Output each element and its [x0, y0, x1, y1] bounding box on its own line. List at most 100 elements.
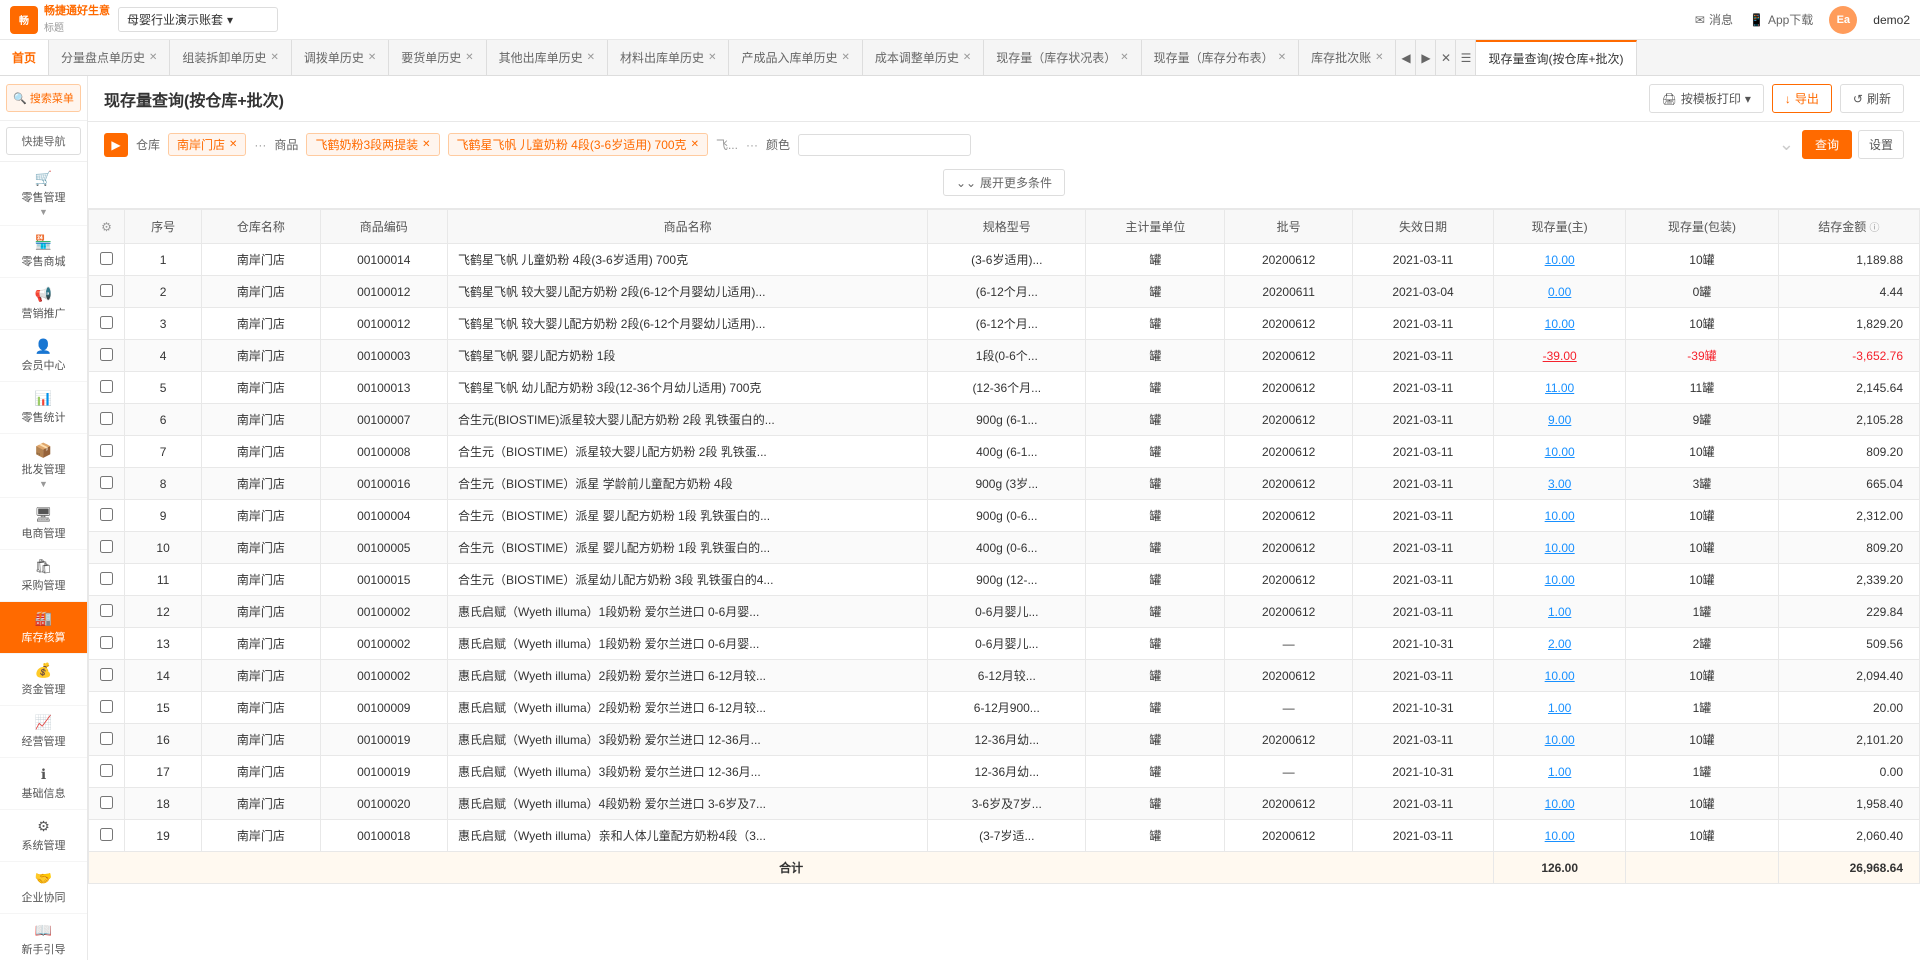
- search-menu-btn[interactable]: 🔍 搜索菜单: [6, 84, 81, 112]
- message-btn[interactable]: ✉ 消息: [1695, 11, 1733, 28]
- cell-stock-main[interactable]: 10.00: [1494, 564, 1626, 596]
- cell-stock-main[interactable]: 10.00: [1494, 788, 1626, 820]
- product-tag-2-close[interactable]: ✕: [691, 139, 699, 150]
- tab-close-btn[interactable]: ✕: [1436, 40, 1456, 76]
- cell-stock-main[interactable]: 10.00: [1494, 724, 1626, 756]
- cell-stock-main[interactable]: 9.00: [1494, 404, 1626, 436]
- cell-stock-main[interactable]: 10.00: [1494, 820, 1626, 852]
- cell-stock-main[interactable]: 10.00: [1494, 436, 1626, 468]
- tab-cost-adjust[interactable]: 成本调整单历史 ✕: [863, 40, 984, 76]
- sidebar-item-inventory[interactable]: 🏭 库存核算: [0, 602, 87, 654]
- sidebar-item-operations[interactable]: 📈 经营管理: [0, 706, 87, 758]
- settings-btn[interactable]: 设置: [1858, 130, 1904, 159]
- cell-stock-main[interactable]: 1.00: [1494, 756, 1626, 788]
- warehouse-tag-close[interactable]: ✕: [229, 139, 237, 150]
- tab-pickup-order[interactable]: 要货单历史 ✕: [389, 40, 486, 76]
- color-input[interactable]: [798, 134, 971, 156]
- app-download-btn[interactable]: 📱 App下载: [1749, 11, 1813, 28]
- tab-other-outbound[interactable]: 其他出库单历史 ✕: [487, 40, 608, 76]
- cell-checkbox[interactable]: [89, 500, 125, 532]
- tab-prev-btn[interactable]: ◀: [1396, 40, 1416, 76]
- industry-select[interactable]: 母婴行业演示账套 ▾: [118, 7, 278, 32]
- product-more-dots[interactable]: ···: [746, 138, 758, 152]
- product-tag-1[interactable]: 飞鹤奶粉3段两提装 ✕: [306, 133, 439, 156]
- sidebar-item-basic[interactable]: ℹ 基础信息: [0, 758, 87, 810]
- tab-home[interactable]: 首页: [0, 40, 49, 76]
- cell-checkbox[interactable]: [89, 532, 125, 564]
- cell-checkbox[interactable]: [89, 820, 125, 852]
- sidebar-item-member[interactable]: 👤 会员中心: [0, 330, 87, 382]
- settings-icon[interactable]: ⚙: [101, 220, 112, 234]
- cell-stock-main[interactable]: 10.00: [1494, 244, 1626, 276]
- filter-toggle-btn[interactable]: ▶: [104, 133, 128, 157]
- warehouse-more[interactable]: ···: [254, 138, 266, 152]
- cell-checkbox[interactable]: [89, 276, 125, 308]
- query-btn[interactable]: 查询: [1802, 130, 1852, 159]
- cell-checkbox[interactable]: [89, 564, 125, 596]
- filter-expand-icon[interactable]: ⌄: [1779, 134, 1794, 155]
- expand-conditions-btn[interactable]: ⌄⌄ 展开更多条件: [943, 169, 1065, 196]
- cell-stock-main[interactable]: 10.00: [1494, 532, 1626, 564]
- avatar[interactable]: Ea: [1829, 6, 1857, 34]
- sidebar-item-ecommerce[interactable]: 🖥 电商管理: [0, 498, 87, 550]
- sidebar-item-retail[interactable]: 🛒 零售管理 ▼: [0, 162, 87, 226]
- cell-stock-main[interactable]: 3.00: [1494, 468, 1626, 500]
- sidebar-item-stats[interactable]: 📊 零售统计: [0, 382, 87, 434]
- close-icon[interactable]: ✕: [1120, 52, 1128, 63]
- cell-checkbox[interactable]: [89, 244, 125, 276]
- tab-material-out[interactable]: 材料出库单历史 ✕: [608, 40, 729, 76]
- sidebar-item-purchase[interactable]: 🛍 采购管理: [0, 550, 87, 602]
- cell-stock-main[interactable]: 2.00: [1494, 628, 1626, 660]
- sidebar-item-shop[interactable]: 🏪 零售商城: [0, 226, 87, 278]
- close-icon[interactable]: ✕: [1375, 52, 1383, 63]
- close-icon[interactable]: ✕: [270, 52, 278, 63]
- export-btn[interactable]: ↓ 导出: [1772, 84, 1832, 113]
- cell-stock-main[interactable]: 10.00: [1494, 308, 1626, 340]
- balance-info-icon[interactable]: ⓘ: [1870, 223, 1880, 234]
- product-tag-1-close[interactable]: ✕: [422, 139, 430, 150]
- cell-checkbox[interactable]: [89, 596, 125, 628]
- close-icon[interactable]: ✕: [1278, 52, 1286, 63]
- sidebar-item-guide[interactable]: 📖 新手引导: [0, 914, 87, 960]
- tab-stock-dist[interactable]: 现存量（库存分布表） ✕: [1142, 40, 1299, 76]
- sidebar-item-marketing[interactable]: 📢 营销推广: [0, 278, 87, 330]
- tab-stock-status[interactable]: 现存量（库存状况表） ✕: [984, 40, 1141, 76]
- cell-checkbox[interactable]: [89, 436, 125, 468]
- print-btn[interactable]: 🖨 按模板打印 ▾: [1649, 84, 1764, 113]
- tab-menu-btn[interactable]: ☰: [1456, 40, 1476, 76]
- cell-checkbox[interactable]: [89, 340, 125, 372]
- cell-stock-main[interactable]: 10.00: [1494, 660, 1626, 692]
- sidebar-item-enterprise[interactable]: 🤝 企业协同: [0, 862, 87, 914]
- close-icon[interactable]: ✕: [368, 52, 376, 63]
- tab-next-btn[interactable]: ▶: [1416, 40, 1436, 76]
- tab-combo-disassemble[interactable]: 组装拆卸单历史 ✕: [170, 40, 291, 76]
- cell-stock-main[interactable]: 11.00: [1494, 372, 1626, 404]
- cell-checkbox[interactable]: [89, 692, 125, 724]
- refresh-btn[interactable]: ↺ 刷新: [1840, 84, 1904, 113]
- product-tag-2[interactable]: 飞鹤星飞帆 儿童奶粉 4段(3-6岁适用) 700克 ✕: [448, 133, 708, 156]
- cell-checkbox[interactable]: [89, 308, 125, 340]
- tab-split-inventory[interactable]: 分量盘点单历史 ✕: [49, 40, 170, 76]
- sidebar-item-system[interactable]: ⚙ 系统管理: [0, 810, 87, 862]
- quick-nav-btn[interactable]: 快捷导航: [6, 127, 81, 155]
- cell-checkbox[interactable]: [89, 724, 125, 756]
- cell-checkbox[interactable]: [89, 404, 125, 436]
- close-icon[interactable]: ✕: [963, 52, 971, 63]
- col-settings[interactable]: ⚙: [89, 210, 125, 244]
- close-icon[interactable]: ✕: [587, 52, 595, 63]
- cell-stock-main[interactable]: 0.00: [1494, 276, 1626, 308]
- sidebar-item-finance[interactable]: 💰 资金管理: [0, 654, 87, 706]
- product-more[interactable]: 飞...: [716, 136, 738, 153]
- cell-checkbox[interactable]: [89, 468, 125, 500]
- cell-stock-main[interactable]: 10.00: [1494, 500, 1626, 532]
- close-icon[interactable]: ✕: [708, 52, 716, 63]
- cell-stock-main[interactable]: -39.00: [1494, 340, 1626, 372]
- sidebar-item-wholesale[interactable]: 📦 批发管理 ▼: [0, 434, 87, 498]
- cell-checkbox[interactable]: [89, 628, 125, 660]
- tab-product-in[interactable]: 产成品入库单历史 ✕: [729, 40, 862, 76]
- close-icon[interactable]: ✕: [841, 52, 849, 63]
- cell-checkbox[interactable]: [89, 660, 125, 692]
- close-icon[interactable]: ✕: [149, 52, 157, 63]
- tab-current-active[interactable]: 现存量查询(按仓库+批次): [1476, 40, 1636, 76]
- tab-batch-account[interactable]: 库存批次账 ✕: [1299, 40, 1396, 76]
